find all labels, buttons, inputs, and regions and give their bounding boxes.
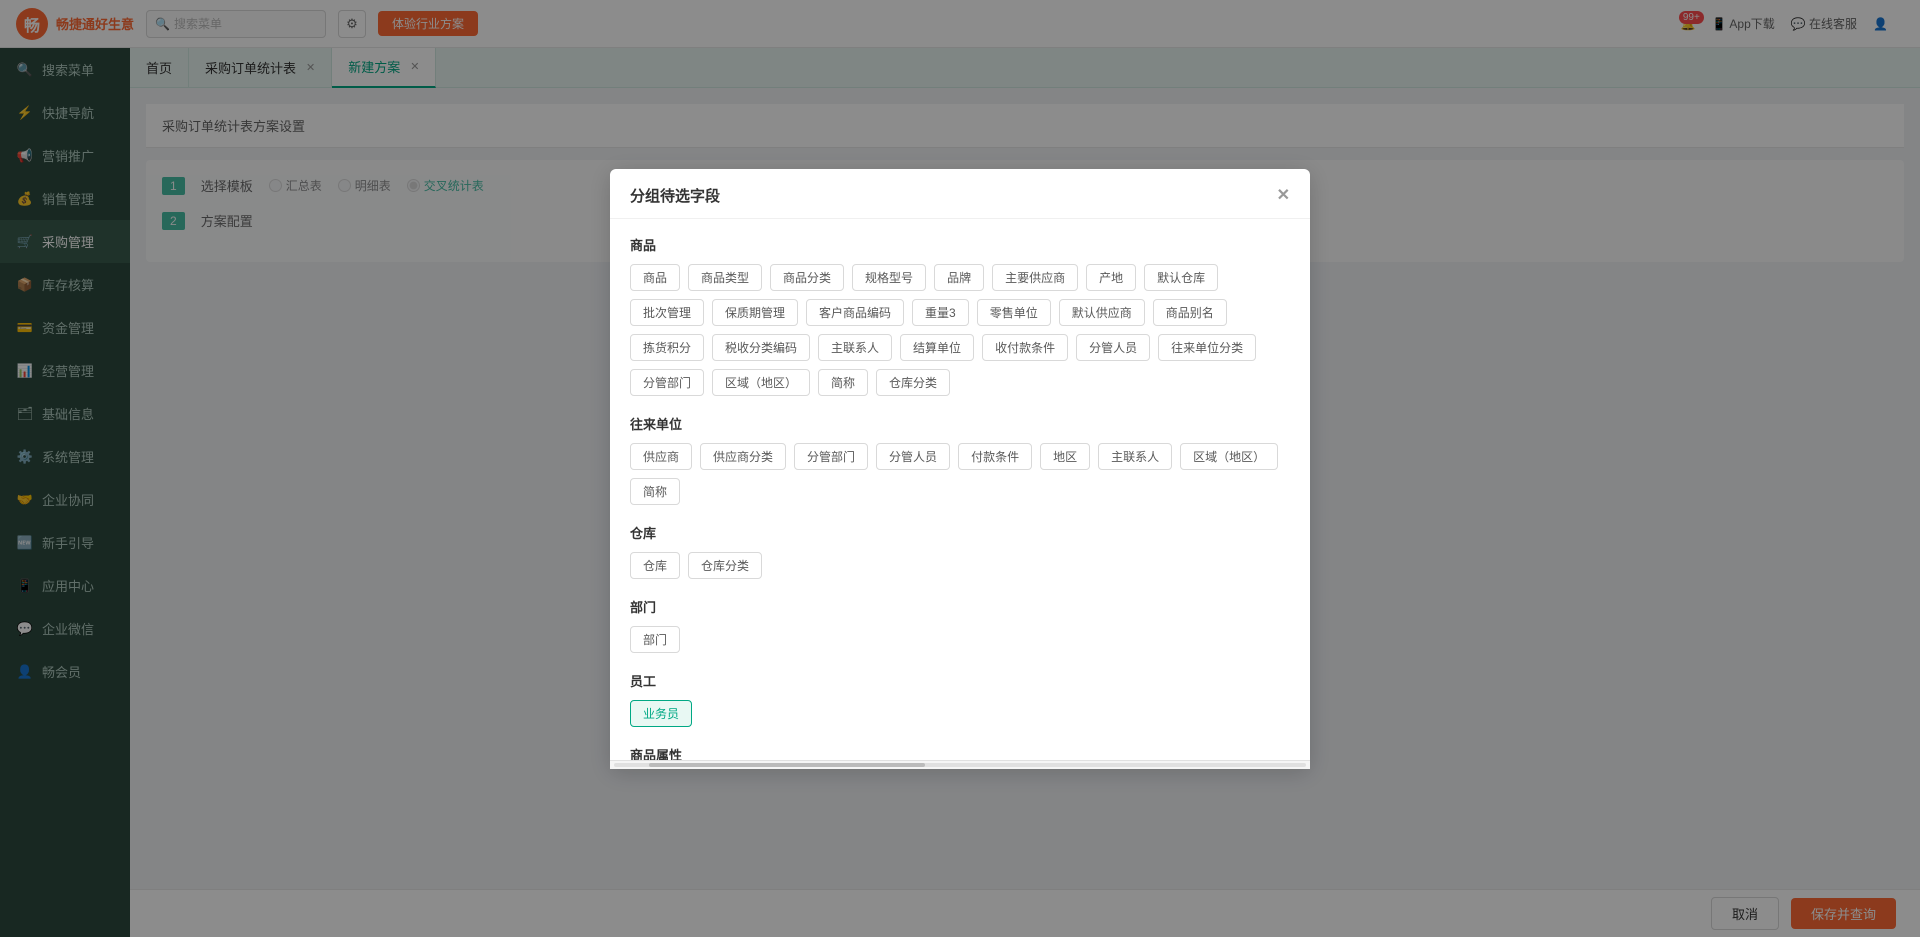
field-tag-简称1[interactable]: 简称: [818, 369, 868, 396]
field-tag-仓库分类[interactable]: 仓库分类: [876, 369, 950, 396]
section-partner: 往来单位 供应商 供应商分类 分管部门 分管人员 付款条件 地区 主联系人 区域…: [630, 414, 1290, 505]
field-tag-仓库分类2[interactable]: 仓库分类: [688, 552, 762, 579]
section-partner-title: 往来单位: [630, 414, 1290, 433]
modal-horizontal-scrollbar[interactable]: [610, 760, 1310, 769]
field-tag-产地[interactable]: 产地: [1086, 264, 1136, 291]
product-fields-grid: 商品 商品类型 商品分类 规格型号 品牌 主要供应商 产地 默认仓库 批次管理 …: [630, 264, 1290, 396]
field-tag-地区[interactable]: 地区: [1040, 443, 1090, 470]
field-tag-部门[interactable]: 部门: [630, 626, 680, 653]
field-tag-商品分类[interactable]: 商品分类: [770, 264, 844, 291]
field-tag-品牌[interactable]: 品牌: [934, 264, 984, 291]
field-tag-商品[interactable]: 商品: [630, 264, 680, 291]
staff-fields-grid: 业务员: [630, 700, 1290, 727]
field-tag-区域地区2[interactable]: 区域（地区）: [1180, 443, 1278, 470]
field-tag-零售单位[interactable]: 零售单位: [977, 299, 1051, 326]
field-tag-商品类型[interactable]: 商品类型: [688, 264, 762, 291]
modal-close-button[interactable]: ✕: [1277, 185, 1290, 205]
field-tag-往来单位分类[interactable]: 往来单位分类: [1158, 334, 1256, 361]
field-tag-简称2[interactable]: 简称: [630, 478, 680, 505]
section-department-title: 部门: [630, 597, 1290, 616]
field-tag-分管人员[interactable]: 分管人员: [1076, 334, 1150, 361]
field-tag-付款条件[interactable]: 付款条件: [958, 443, 1032, 470]
section-product-attr-title: 商品属性: [630, 745, 1290, 760]
field-tag-客户商品编码[interactable]: 客户商品编码: [806, 299, 904, 326]
section-staff-title: 员工: [630, 671, 1290, 690]
field-tag-结算单位[interactable]: 结算单位: [900, 334, 974, 361]
field-tag-分管部门2[interactable]: 分管部门: [794, 443, 868, 470]
field-tag-仓库[interactable]: 仓库: [630, 552, 680, 579]
field-tag-商品别名[interactable]: 商品别名: [1153, 299, 1227, 326]
section-warehouse: 仓库 仓库 仓库分类: [630, 523, 1290, 579]
modal-body[interactable]: 商品 商品 商品类型 商品分类 规格型号 品牌 主要供应商 产地 默认仓库 批次…: [610, 219, 1310, 760]
field-tag-规格型号[interactable]: 规格型号: [852, 264, 926, 291]
field-tag-分管部门[interactable]: 分管部门: [630, 369, 704, 396]
warehouse-fields-grid: 仓库 仓库分类: [630, 552, 1290, 579]
hscroll-thumb: [649, 763, 926, 767]
field-tag-保质期管理[interactable]: 保质期管理: [712, 299, 798, 326]
field-tag-默认仓库[interactable]: 默认仓库: [1144, 264, 1218, 291]
hscroll-track: [614, 763, 1306, 767]
field-tag-主联系人[interactable]: 主联系人: [818, 334, 892, 361]
field-tag-税收分类编码[interactable]: 税收分类编码: [712, 334, 810, 361]
field-tag-主要供应商[interactable]: 主要供应商: [992, 264, 1078, 291]
field-tag-供应商分类[interactable]: 供应商分类: [700, 443, 786, 470]
section-product-title: 商品: [630, 235, 1290, 254]
field-tag-分管人员2[interactable]: 分管人员: [876, 443, 950, 470]
modal-title: 分组待选字段: [630, 185, 720, 206]
section-product: 商品 商品 商品类型 商品分类 规格型号 品牌 主要供应商 产地 默认仓库 批次…: [630, 235, 1290, 396]
modal-backdrop: 分组待选字段 ✕ 商品 商品 商品类型 商品分类 规格型号 品牌 主要供应商 产…: [0, 0, 1920, 937]
section-warehouse-title: 仓库: [630, 523, 1290, 542]
field-select-modal: 分组待选字段 ✕ 商品 商品 商品类型 商品分类 规格型号 品牌 主要供应商 产…: [610, 169, 1310, 769]
section-staff: 员工 业务员: [630, 671, 1290, 727]
modal-header: 分组待选字段 ✕: [610, 169, 1310, 219]
field-tag-供应商[interactable]: 供应商: [630, 443, 692, 470]
field-tag-拣货积分[interactable]: 拣货积分: [630, 334, 704, 361]
section-department: 部门 部门: [630, 597, 1290, 653]
field-tag-重量3[interactable]: 重量3: [912, 299, 969, 326]
field-tag-默认供应商[interactable]: 默认供应商: [1059, 299, 1145, 326]
field-tag-批次管理[interactable]: 批次管理: [630, 299, 704, 326]
field-tag-业务员[interactable]: 业务员: [630, 700, 692, 727]
department-fields-grid: 部门: [630, 626, 1290, 653]
partner-fields-grid: 供应商 供应商分类 分管部门 分管人员 付款条件 地区 主联系人 区域（地区） …: [630, 443, 1290, 505]
field-tag-主联系人2[interactable]: 主联系人: [1098, 443, 1172, 470]
section-product-attr: 商品属性 属性 颜色 多规格 尺码 鞋码 1: [630, 745, 1290, 760]
field-tag-区域地区1[interactable]: 区域（地区）: [712, 369, 810, 396]
field-tag-收付款条件[interactable]: 收付款条件: [982, 334, 1068, 361]
